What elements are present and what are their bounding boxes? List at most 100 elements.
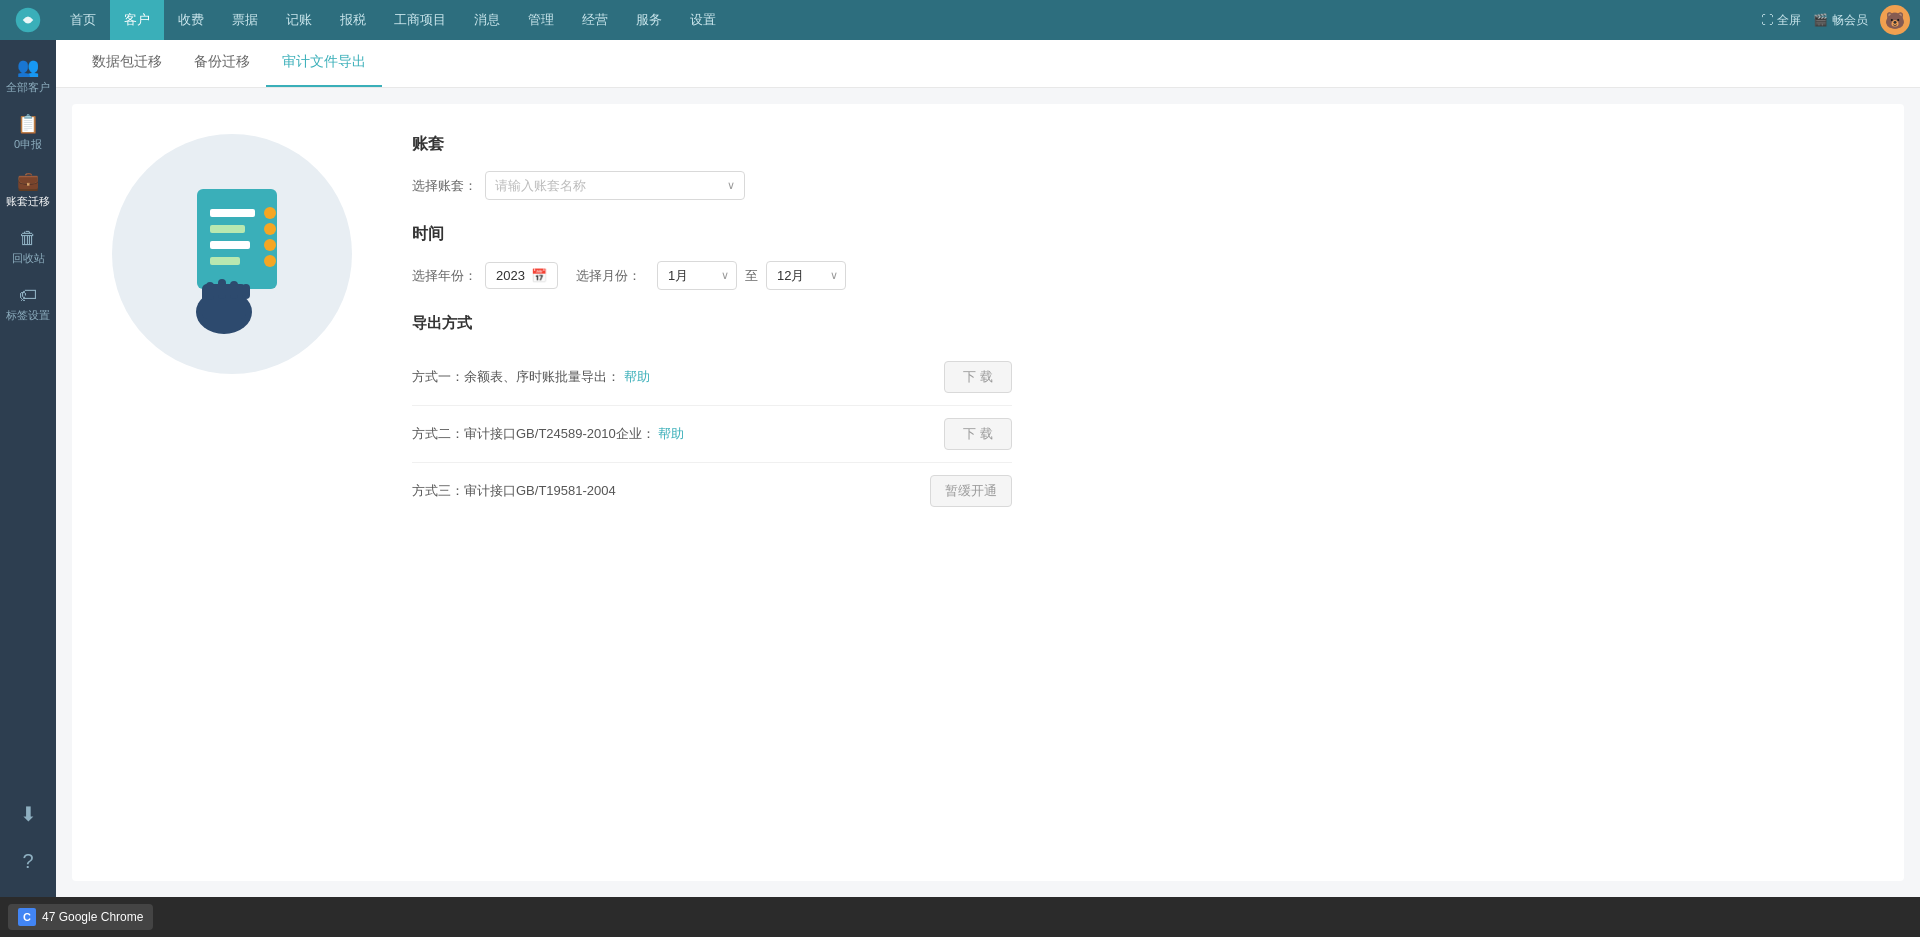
- nav-item-commerce[interactable]: 工商项目: [380, 0, 460, 40]
- sidebar: 👥 全部客户 📋 0申报 💼 账套迁移 🗑 回收站 🏷 标签设置 ⬇ ?: [0, 40, 56, 897]
- month-start-label: 选择月份：: [576, 267, 641, 285]
- tab-audit-export[interactable]: 审计文件导出: [266, 40, 382, 87]
- export-method-1-text: 方式一：余额表、序时账批量导出： 帮助: [412, 368, 650, 386]
- nav-items: 首页 客户 收费 票据 记账 报税 工商项目 消息 管理 经营 服务 设置: [56, 0, 1761, 40]
- nav-item-operations[interactable]: 经营: [568, 0, 622, 40]
- download-button-1[interactable]: 下 载: [944, 361, 1012, 393]
- svg-rect-15: [242, 284, 250, 299]
- account-select-wrapper: 请输入账套名称: [485, 171, 745, 200]
- svg-rect-14: [230, 281, 238, 299]
- svg-rect-5: [210, 257, 240, 265]
- sidebar-item-migration[interactable]: 💼 账套迁移: [0, 162, 56, 219]
- sidebar-item-tag-settings[interactable]: 🏷 标签设置: [0, 276, 56, 333]
- account-select-label: 选择账套：: [412, 177, 477, 195]
- migration-label: 账套迁移: [6, 194, 50, 209]
- main-layout: 👥 全部客户 📋 0申报 💼 账套迁移 🗑 回收站 🏷 标签设置 ⬇ ? 数据包…: [0, 40, 1920, 897]
- svg-point-9: [264, 255, 276, 267]
- sidebar-bottom: ⬇ ?: [12, 794, 45, 897]
- nav-item-billing[interactable]: 收费: [164, 0, 218, 40]
- top-nav-right: ⛶ 全屏 🎬 畅会员 🐻: [1761, 5, 1910, 35]
- page-content: 账套 选择账套： 请输入账套名称 时间 选择年份：: [72, 104, 1904, 881]
- sidebar-item-recycle[interactable]: 🗑 回收站: [0, 219, 56, 276]
- svg-rect-3: [210, 225, 245, 233]
- nav-item-messages[interactable]: 消息: [460, 0, 514, 40]
- time-section-title: 时间: [412, 224, 1012, 245]
- nav-item-invoices[interactable]: 票据: [218, 0, 272, 40]
- vip-unlock-button[interactable]: 暂缓开通: [930, 475, 1012, 507]
- chrome-label: 47 Google Chrome: [42, 910, 143, 924]
- app-logo: [10, 2, 46, 38]
- vip-label: 畅会员: [1832, 12, 1868, 29]
- svg-rect-2: [210, 209, 255, 217]
- nav-item-home[interactable]: 首页: [56, 0, 110, 40]
- export-method-3: 方式三：审计接口GB/T19581-2004 暂缓开通: [412, 463, 1012, 519]
- taskbar: C 47 Google Chrome: [0, 897, 1920, 937]
- account-section-title: 账套: [412, 134, 1012, 155]
- all-clients-icon: 👥: [17, 58, 39, 76]
- export-method-2-help-link[interactable]: 帮助: [658, 426, 684, 441]
- year-input-wrap: 2023 📅: [485, 262, 558, 289]
- year-label: 选择年份：: [412, 267, 477, 285]
- svg-point-8: [264, 239, 276, 251]
- form-panel: 账套 选择账套： 请输入账套名称 时间 选择年份：: [412, 134, 1012, 519]
- export-section: 导出方式 方式一：余额表、序时账批量导出： 帮助 下 载 方式二：审计接口GB/…: [412, 314, 1012, 519]
- year-value: 2023: [496, 268, 525, 283]
- download-button-2[interactable]: 下 载: [944, 418, 1012, 450]
- svg-rect-1: [197, 189, 277, 289]
- account-select[interactable]: [485, 171, 745, 200]
- filing-label: 0申报: [14, 137, 42, 152]
- svg-point-7: [264, 223, 276, 235]
- migration-icon: 💼: [17, 172, 39, 190]
- nav-item-tax[interactable]: 报税: [326, 0, 380, 40]
- export-section-title: 导出方式: [412, 314, 1012, 333]
- account-row: 选择账套： 请输入账套名称: [412, 171, 1012, 200]
- nav-item-services[interactable]: 服务: [622, 0, 676, 40]
- filing-icon: 📋: [17, 115, 39, 133]
- fullscreen-icon: ⛶: [1761, 13, 1773, 27]
- month-start-wrap: 1月 2月 3月 4月 5月 6月 7月 8月 9月 10月: [657, 261, 737, 290]
- time-inputs: 2023 📅 选择月份： 1月 2月 3月 4月 5月: [485, 261, 846, 290]
- avatar[interactable]: 🐻: [1880, 5, 1910, 35]
- vip-button[interactable]: 🎬 畅会员: [1813, 12, 1868, 29]
- download-bottom-icon[interactable]: ⬇: [12, 794, 45, 834]
- time-to-label: 至: [745, 267, 758, 285]
- help-bottom-icon[interactable]: ?: [14, 842, 41, 881]
- nav-item-settings[interactable]: 设置: [676, 0, 730, 40]
- sidebar-item-all-clients[interactable]: 👥 全部客户: [0, 48, 56, 105]
- vip-icon: 🎬: [1813, 13, 1828, 27]
- top-navigation: 首页 客户 收费 票据 记账 报税 工商项目 消息 管理 经营 服务 设置 ⛶ …: [0, 0, 1920, 40]
- nav-item-clients[interactable]: 客户: [110, 0, 164, 40]
- export-method-2-text: 方式二：审计接口GB/T24589-2010企业： 帮助: [412, 425, 684, 443]
- svg-rect-4: [210, 241, 250, 249]
- export-method-2: 方式二：审计接口GB/T24589-2010企业： 帮助 下 载: [412, 406, 1012, 463]
- form-wrapper: 账套 选择账套： 请输入账套名称 时间 选择年份：: [112, 134, 1864, 519]
- month-end-wrap: 1月 2月 3月 4月 5月 6月 7月 8月 9月 10月: [766, 261, 846, 290]
- tabs-bar: 数据包迁移 备份迁移 审计文件导出: [56, 40, 1920, 88]
- illustration: [112, 134, 352, 374]
- month-end-select[interactable]: 1月 2月 3月 4月 5月 6月 7月 8月 9月 10月: [766, 261, 846, 290]
- fullscreen-button[interactable]: ⛶ 全屏: [1761, 12, 1801, 29]
- illustration-svg: [152, 164, 312, 344]
- sidebar-item-filing[interactable]: 📋 0申报: [0, 105, 56, 162]
- export-method-1: 方式一：余额表、序时账批量导出： 帮助 下 载: [412, 349, 1012, 406]
- tag-settings-icon: 🏷: [19, 286, 37, 304]
- fullscreen-label: 全屏: [1777, 12, 1801, 29]
- taskbar-chrome[interactable]: C 47 Google Chrome: [8, 904, 153, 930]
- recycle-label: 回收站: [12, 251, 45, 266]
- content-area: 数据包迁移 备份迁移 审计文件导出: [56, 40, 1920, 897]
- month-start-select[interactable]: 1月 2月 3月 4月 5月 6月 7月 8月 9月 10月: [657, 261, 737, 290]
- calendar-icon: 📅: [531, 268, 547, 283]
- all-clients-label: 全部客户: [6, 80, 50, 95]
- chrome-icon: C: [18, 908, 36, 926]
- recycle-icon: 🗑: [19, 229, 37, 247]
- time-row: 选择年份： 2023 📅 选择月份： 1月 2月: [412, 261, 1012, 290]
- nav-item-management[interactable]: 管理: [514, 0, 568, 40]
- svg-point-6: [264, 207, 276, 219]
- export-method-3-text: 方式三：审计接口GB/T19581-2004: [412, 482, 616, 500]
- tag-settings-label: 标签设置: [6, 308, 50, 323]
- export-method-1-help-link[interactable]: 帮助: [624, 369, 650, 384]
- tab-data-migration[interactable]: 数据包迁移: [76, 40, 178, 87]
- tab-backup-migration[interactable]: 备份迁移: [178, 40, 266, 87]
- svg-rect-13: [218, 279, 226, 299]
- nav-item-accounts[interactable]: 记账: [272, 0, 326, 40]
